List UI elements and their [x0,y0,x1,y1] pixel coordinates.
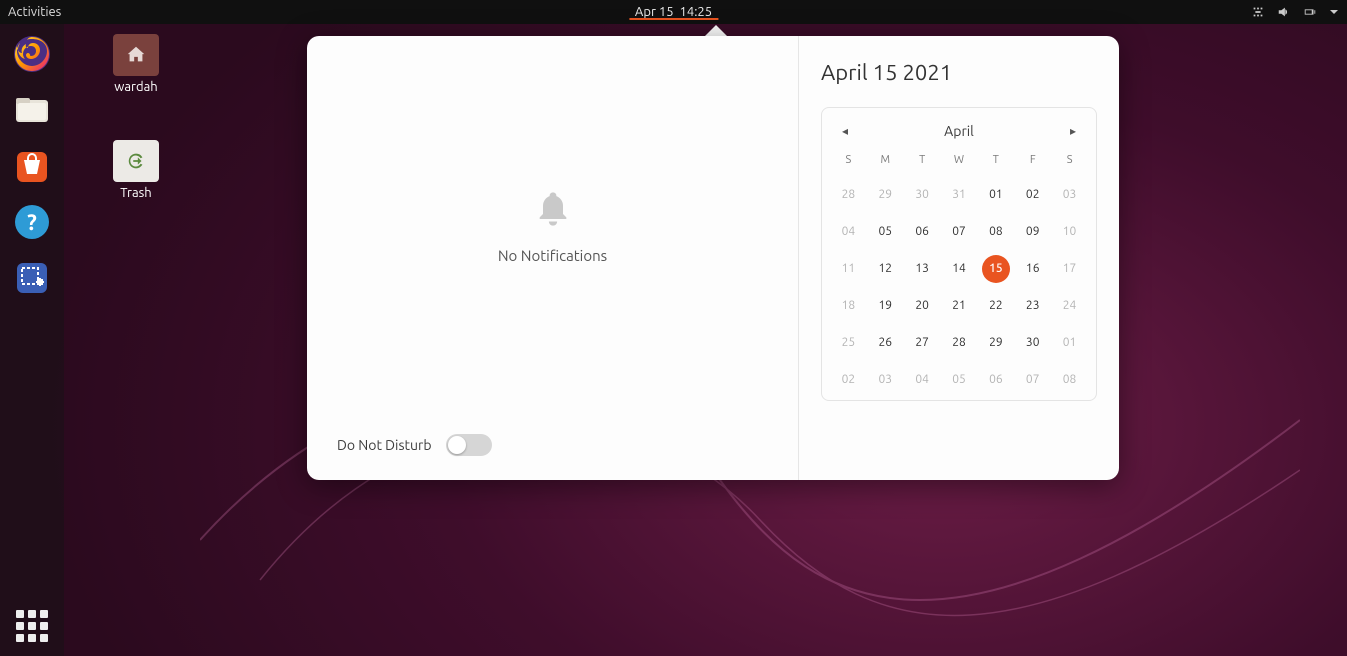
desktop-trash[interactable]: Trash [96,140,176,200]
dock-app-firefox[interactable] [8,30,56,78]
battery-icon [1303,5,1317,19]
calendar-day[interactable]: 09 [1019,218,1047,246]
calendar-month-label: April [944,123,974,139]
dnd-toggle[interactable] [446,434,492,456]
calendar-day[interactable]: 01 [1056,329,1084,357]
notifications-empty-state: No Notifications [307,36,798,416]
calendar-day[interactable]: 03 [871,366,899,394]
calendar-day[interactable]: 07 [945,218,973,246]
calendar-day[interactable]: 31 [945,181,973,209]
dock-app-software[interactable] [8,142,56,190]
calendar-day[interactable]: 30 [1019,329,1047,357]
calendar-day[interactable]: 23 [1019,292,1047,320]
bell-icon [533,189,573,229]
dnd-row: Do Not Disturb [307,416,798,480]
desktop-folder-label: wardah [96,80,176,94]
calendar-day[interactable]: 11 [834,255,862,283]
calendar-day[interactable]: 24 [1056,292,1084,320]
calendar-day[interactable]: 06 [982,366,1010,394]
network-icon [1251,5,1265,19]
dock: ? [0,24,64,656]
calendar-day[interactable]: 30 [908,181,936,209]
folder-icon [113,34,159,76]
trash-icon [113,140,159,182]
calendar-day[interactable]: 25 [834,329,862,357]
calendar-day[interactable]: 04 [834,218,862,246]
calendar-day[interactable]: 01 [982,181,1010,209]
calendar-pane: April 15 2021 ◂ April ▸ SMTWTFS282930310… [799,36,1119,480]
dock-app-help[interactable]: ? [8,198,56,246]
top-bar: Activities Apr 15 14:25 [0,0,1347,24]
calendar-day[interactable]: 29 [871,181,899,209]
calendar-day[interactable]: 08 [982,218,1010,246]
calendar-widget: ◂ April ▸ SMTWTFS28293031010203040506070… [821,107,1097,401]
calendar-day[interactable]: 02 [1019,181,1047,209]
notifications-pane: No Notifications Do Not Disturb [307,36,799,480]
svg-text:?: ? [27,210,37,235]
calendar-day[interactable]: 27 [908,329,936,357]
calendar-dow: T [977,150,1014,172]
calendar-day[interactable]: 05 [945,366,973,394]
calendar-day[interactable]: 22 [982,292,1010,320]
calendar-day[interactable]: 03 [1056,181,1084,209]
calendar-dow: M [867,150,904,172]
calendar-dow: S [1051,150,1088,172]
calendar-dow: T [904,150,941,172]
calendar-next-button[interactable]: ▸ [1066,120,1080,142]
calendar-dow: S [830,150,867,172]
calendar-dow: F [1014,150,1051,172]
calendar-day[interactable]: 26 [871,329,899,357]
calendar-day[interactable]: 28 [945,329,973,357]
calendar-heading: April 15 2021 [821,60,1097,85]
calendar-day[interactable]: 10 [1056,218,1084,246]
calendar-day[interactable]: 04 [908,366,936,394]
calendar-day[interactable]: 15 [982,255,1010,283]
datetime-popover: No Notifications Do Not Disturb April 15… [307,36,1119,480]
calendar-day[interactable]: 20 [908,292,936,320]
volume-icon [1277,5,1291,19]
calendar-day[interactable]: 07 [1019,366,1047,394]
clock-button[interactable]: Apr 15 14:25 [635,5,712,19]
calendar-day[interactable]: 12 [871,255,899,283]
chevron-down-icon [1329,7,1339,17]
calendar-day[interactable]: 29 [982,329,1010,357]
calendar-day[interactable]: 13 [908,255,936,283]
calendar-day[interactable]: 17 [1056,255,1084,283]
show-applications-button[interactable] [16,610,48,642]
dock-app-files[interactable] [8,86,56,134]
calendar-dow: W [941,150,978,172]
calendar-day[interactable]: 19 [871,292,899,320]
calendar-day[interactable]: 02 [834,366,862,394]
no-notifications-text: No Notifications [498,247,607,264]
dnd-label: Do Not Disturb [337,437,432,453]
topbar-time: 14:25 [680,5,713,19]
calendar-day[interactable]: 28 [834,181,862,209]
dock-app-screenshot[interactable] [8,254,56,302]
calendar-day[interactable]: 14 [945,255,973,283]
calendar-prev-button[interactable]: ◂ [838,120,852,142]
calendar-day[interactable]: 08 [1056,366,1084,394]
calendar-day[interactable]: 18 [834,292,862,320]
calendar-day[interactable]: 21 [945,292,973,320]
calendar-day[interactable]: 05 [871,218,899,246]
calendar-day[interactable]: 16 [1019,255,1047,283]
desktop-folder-home[interactable]: wardah [96,34,176,94]
calendar-day[interactable]: 06 [908,218,936,246]
system-tray[interactable] [1251,5,1339,19]
desktop-trash-label: Trash [96,186,176,200]
topbar-date: Apr 15 [635,5,674,19]
activities-button[interactable]: Activities [8,5,61,19]
calendar-grid: SMTWTFS282930310102030405060708091011121… [830,150,1088,394]
